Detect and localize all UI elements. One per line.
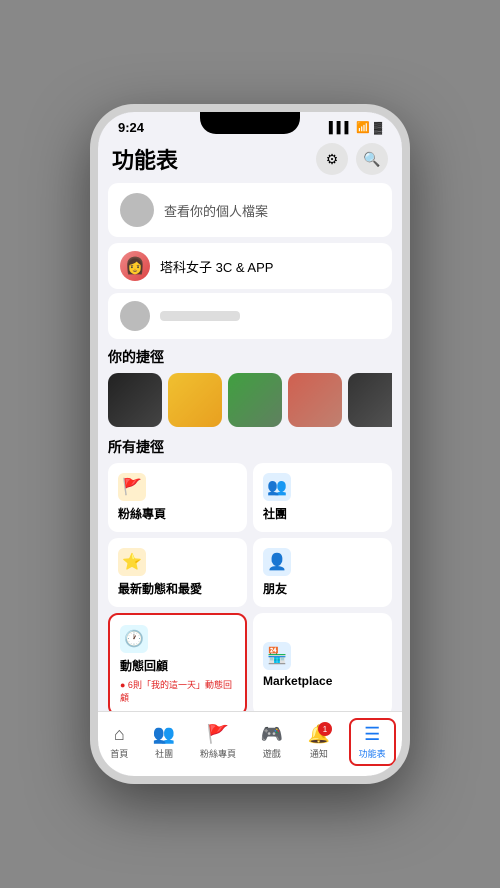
- shortcuts-scroll: [108, 373, 392, 429]
- feed-icon: ⭐: [118, 548, 146, 576]
- nav-menu[interactable]: ☰ 功能表: [349, 718, 396, 766]
- account-row-2[interactable]: [108, 293, 392, 339]
- home-label: 首頁: [110, 747, 128, 760]
- account-avatar-1: 👩: [120, 251, 150, 281]
- status-time: 9:24: [118, 120, 144, 135]
- notch: [200, 112, 300, 134]
- marketplace-label: Marketplace: [263, 674, 382, 688]
- notifications-badge: 1: [318, 722, 332, 736]
- nav-pages[interactable]: 🚩 粉絲專頁: [194, 722, 242, 762]
- flag-icon: 🚩: [122, 477, 142, 497]
- status-icons: ▌▌▌ 📶 ▓: [329, 121, 382, 134]
- store-icon: 🏪: [267, 646, 287, 666]
- friends-label: 朋友: [263, 580, 382, 597]
- people-icon: 👥: [267, 477, 287, 497]
- friend-icon: 👤: [267, 552, 287, 572]
- marketplace-icon: 🏪: [263, 642, 291, 670]
- memories-sub: ● 6則「我的這一天」動態回顧: [120, 678, 235, 704]
- nav-home[interactable]: ⌂ 首頁: [104, 722, 134, 762]
- shortcut-item-4[interactable]: [288, 373, 342, 427]
- main-content: 查看你的個人檔案 👩 塔科女子 3C & APP 你的捷徑: [98, 183, 402, 711]
- memories-label: 動態回顧: [120, 657, 235, 674]
- wifi-icon: 📶: [356, 121, 370, 134]
- account-name-1: 塔科女子 3C & APP: [160, 257, 273, 276]
- nav-gaming-icon: 🎮: [261, 724, 283, 745]
- search-button[interactable]: 🔍: [356, 143, 388, 175]
- grid-item-friends[interactable]: 👤 朋友: [253, 538, 392, 607]
- grid-item-memories[interactable]: 🕐 動態回顧 ● 6則「我的這一天」動態回顧: [108, 613, 247, 711]
- nav-pages-icon: 🚩: [207, 724, 229, 745]
- groups-icon: 👥: [263, 473, 291, 501]
- shortcuts-label: 你的捷徑: [108, 347, 392, 367]
- phone-frame: 9:24 ▌▌▌ 📶 ▓ 功能表 ⚙ 🔍: [90, 104, 410, 784]
- page-title: 功能表: [112, 143, 178, 175]
- app-header: 功能表 ⚙ 🔍: [98, 139, 402, 183]
- bottom-nav: ⌂ 首頁 👥 社團 🚩 粉絲專頁 🎮 遊戲 🔔 通知 1 ☰: [98, 711, 402, 776]
- account-icon-1: 👩: [125, 256, 145, 276]
- home-icon: ⌂: [114, 724, 125, 745]
- profile-row[interactable]: 查看你的個人檔案: [108, 183, 392, 237]
- nav-notifications-label: 通知: [310, 747, 328, 760]
- account-row-1[interactable]: 👩 塔科女子 3C & APP: [108, 243, 392, 289]
- memories-icon: 🕐: [120, 625, 148, 653]
- groups-label: 社團: [263, 505, 382, 522]
- nav-menu-label: 功能表: [359, 747, 386, 760]
- grid-item-groups[interactable]: 👥 社團: [253, 463, 392, 532]
- fans-icon: 🚩: [118, 473, 146, 501]
- settings-button[interactable]: ⚙: [316, 143, 348, 175]
- grid-item-feed[interactable]: ⭐ 最新動態和最愛: [108, 538, 247, 607]
- nav-groups-label: 社團: [155, 747, 173, 760]
- phone-inner: 9:24 ▌▌▌ 📶 ▓ 功能表 ⚙ 🔍: [98, 112, 402, 776]
- nav-groups-icon: 👥: [153, 724, 175, 745]
- nav-gaming[interactable]: 🎮 遊戲: [255, 722, 289, 762]
- search-icon: 🔍: [363, 151, 380, 168]
- star-icon: ⭐: [122, 552, 142, 572]
- clock-icon: 🕐: [124, 629, 144, 649]
- avatar: [120, 193, 154, 227]
- nav-groups[interactable]: 👥 社團: [147, 722, 181, 762]
- shortcut-item-5[interactable]: [348, 373, 392, 427]
- friends-icon: 👤: [263, 548, 291, 576]
- grid-item-fans[interactable]: 🚩 粉絲專頁: [108, 463, 247, 532]
- battery-icon: ▓: [374, 122, 382, 134]
- profile-text: 查看你的個人檔案: [164, 201, 268, 220]
- menu-icon: ☰: [364, 724, 380, 745]
- header-icons: ⚙ 🔍: [316, 143, 388, 175]
- fans-label: 粉絲專頁: [118, 505, 237, 522]
- shortcuts-grid: 🚩 粉絲專頁 👥 社團 ⭐ 最新動態和最愛: [108, 463, 392, 711]
- account-name-blurred: [160, 311, 240, 321]
- gear-icon: ⚙: [326, 151, 339, 168]
- feed-label: 最新動態和最愛: [118, 580, 237, 597]
- signal-icon: ▌▌▌: [329, 122, 352, 134]
- account-avatar-2: [120, 301, 150, 331]
- grid-item-marketplace[interactable]: 🏪 Marketplace: [253, 613, 392, 711]
- shortcut-item-3[interactable]: [228, 373, 282, 427]
- shortcut-item-1[interactable]: [108, 373, 162, 427]
- nav-pages-label: 粉絲專頁: [200, 747, 236, 760]
- shortcut-item-2[interactable]: [168, 373, 222, 427]
- nav-notifications[interactable]: 🔔 通知 1: [302, 722, 336, 762]
- nav-gaming-label: 遊戲: [263, 747, 281, 760]
- all-shortcuts-label: 所有捷徑: [108, 437, 392, 457]
